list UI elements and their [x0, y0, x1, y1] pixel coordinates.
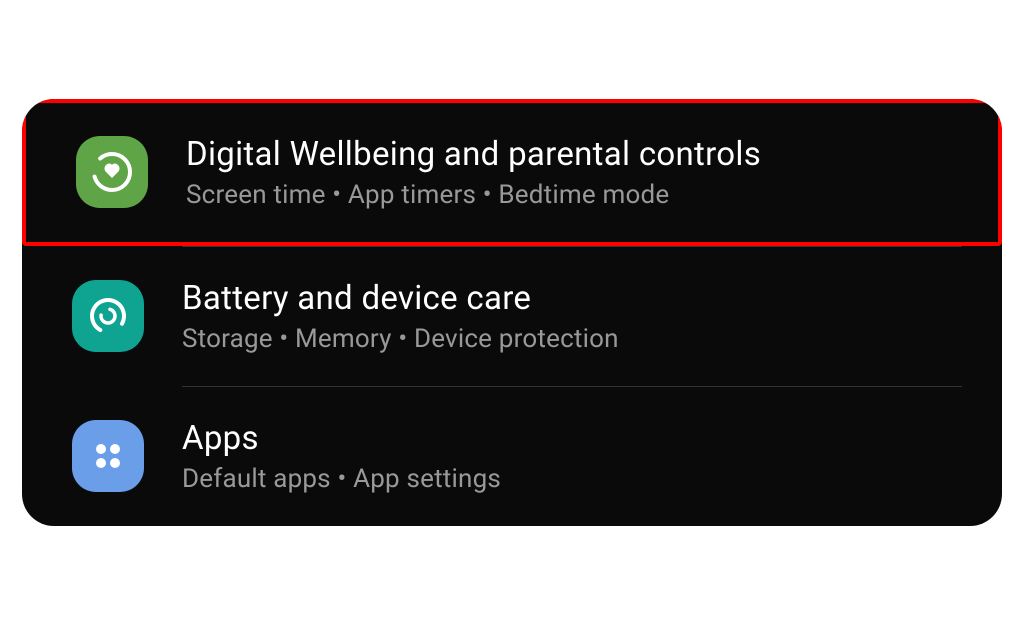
- text-container: Apps Default apps • App settings: [182, 419, 962, 494]
- text-container: Digital Wellbeing and parental controls …: [186, 135, 958, 210]
- setting-subtitle: Storage • Memory • Device protection: [182, 324, 962, 354]
- setting-title: Digital Wellbeing and parental controls: [186, 135, 958, 174]
- apps-icon: [72, 420, 144, 492]
- setting-subtitle: Screen time • App timers • Bedtime mode: [186, 180, 958, 210]
- wellbeing-icon: [76, 136, 148, 208]
- text-container: Battery and device care Storage • Memory…: [182, 279, 962, 354]
- setting-subtitle: Default apps • App settings: [182, 464, 962, 494]
- setting-item-digital-wellbeing[interactable]: Digital Wellbeing and parental controls …: [22, 99, 1002, 246]
- battery-care-icon: [72, 280, 144, 352]
- setting-title: Apps: [182, 419, 962, 458]
- setting-title: Battery and device care: [182, 279, 962, 318]
- setting-item-apps[interactable]: Apps Default apps • App settings: [22, 387, 1002, 526]
- setting-item-battery-device-care[interactable]: Battery and device care Storage • Memory…: [22, 247, 1002, 386]
- settings-panel: Digital Wellbeing and parental controls …: [22, 99, 1002, 526]
